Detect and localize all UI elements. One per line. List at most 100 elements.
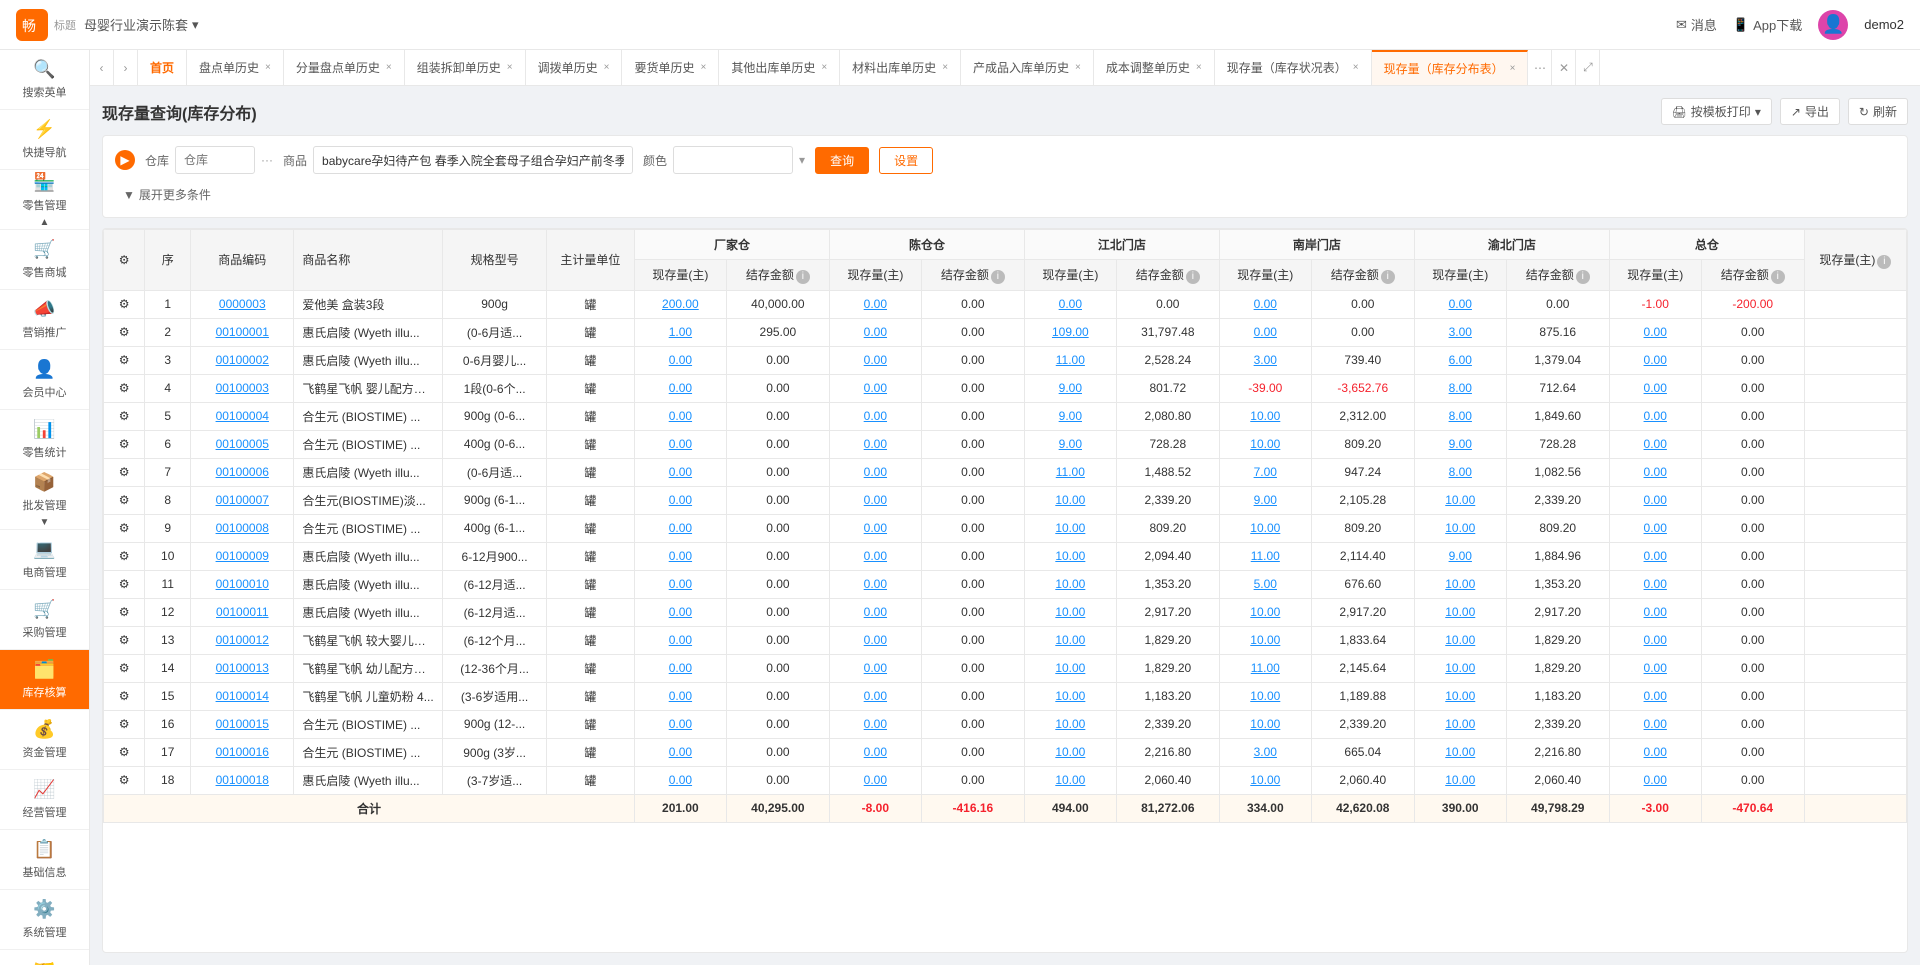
cell-fty-qty[interactable]: 0.00: [635, 654, 727, 682]
cell-total-qty[interactable]: 0.00: [1609, 486, 1701, 514]
cell-na-qty[interactable]: 10.00: [1219, 626, 1311, 654]
cell-jb-qty[interactable]: 10.00: [1024, 542, 1116, 570]
cell-fty-qty[interactable]: 0.00: [635, 486, 727, 514]
cell-total-qty[interactable]: 0.00: [1609, 318, 1701, 346]
cell-yb-qty[interactable]: 10.00: [1414, 766, 1506, 794]
tab-stock-status[interactable]: 现存量（库存状况表） ×: [1215, 50, 1372, 86]
cell-jb-qty[interactable]: 10.00: [1024, 514, 1116, 542]
cell-chen-qty[interactable]: 0.00: [829, 738, 921, 766]
cell-chen-qty[interactable]: 0.00: [829, 486, 921, 514]
cell-chen-qty[interactable]: 0.00: [829, 514, 921, 542]
tab-prev-btn[interactable]: ‹: [90, 50, 114, 86]
cell-yb-qty[interactable]: 10.00: [1414, 710, 1506, 738]
tab-next-btn[interactable]: ›: [114, 50, 138, 86]
tab-maximize-btn[interactable]: ⤢: [1576, 50, 1600, 86]
cell-chen-qty[interactable]: 0.00: [829, 346, 921, 374]
cell-chen-qty[interactable]: 0.00: [829, 766, 921, 794]
info-icon[interactable]: i: [1381, 270, 1395, 284]
refresh-btn[interactable]: ↻ 刷新: [1848, 98, 1908, 125]
query-btn[interactable]: 查询: [815, 147, 869, 174]
expand-filter-btn[interactable]: ▼ 展开更多条件: [115, 182, 1895, 207]
cell-gear[interactable]: ⚙: [104, 430, 145, 458]
cell-yb-qty[interactable]: 10.00: [1414, 486, 1506, 514]
cell-total-qty[interactable]: 0.00: [1609, 766, 1701, 794]
cell-yb-qty[interactable]: 8.00: [1414, 374, 1506, 402]
tab-material-out[interactable]: 材料出库单历史 ×: [840, 50, 961, 86]
tab-transfer[interactable]: 调拨单历史 ×: [526, 50, 623, 86]
tab-home[interactable]: 首页: [138, 50, 187, 86]
cell-gear[interactable]: ⚙: [104, 710, 145, 738]
cell-jb-qty[interactable]: 10.00: [1024, 626, 1116, 654]
cell-gear[interactable]: ⚙: [104, 374, 145, 402]
sidebar-item-operations[interactable]: 📈 经营管理: [0, 770, 89, 830]
gear-icon[interactable]: ⚙: [119, 253, 130, 267]
cell-jb-qty[interactable]: 10.00: [1024, 710, 1116, 738]
sidebar-item-inventory[interactable]: 🗂️ 库存核算: [0, 650, 89, 710]
cell-chen-qty[interactable]: 0.00: [829, 682, 921, 710]
cell-fty-qty[interactable]: 0.00: [635, 402, 727, 430]
cell-gear[interactable]: ⚙: [104, 542, 145, 570]
cell-yb-qty[interactable]: 9.00: [1414, 542, 1506, 570]
tab-close-icon[interactable]: ×: [1510, 63, 1516, 74]
tab-close-icon[interactable]: ×: [1075, 62, 1081, 73]
tab-close-icon[interactable]: ×: [1353, 62, 1359, 73]
cell-chen-qty[interactable]: 0.00: [829, 318, 921, 346]
info-icon[interactable]: i: [991, 270, 1005, 284]
cell-chen-qty[interactable]: 0.00: [829, 598, 921, 626]
cell-yb-qty[interactable]: 0.00: [1414, 290, 1506, 318]
print-btn[interactable]: 🖨 按模板打印 ▾: [1661, 98, 1772, 125]
cell-jb-qty[interactable]: 9.00: [1024, 374, 1116, 402]
cell-na-qty[interactable]: 5.00: [1219, 570, 1311, 598]
cell-jb-qty[interactable]: 10.00: [1024, 486, 1116, 514]
cell-total-qty[interactable]: 0.00: [1609, 430, 1701, 458]
goods-input[interactable]: [313, 146, 633, 174]
cell-chen-qty[interactable]: 0.00: [829, 542, 921, 570]
cell-gear[interactable]: ⚙: [104, 290, 145, 318]
cell-total-qty[interactable]: 0.00: [1609, 402, 1701, 430]
message-btn[interactable]: ✉ 消息: [1676, 15, 1717, 34]
tab-stock-dist[interactable]: 现存量（库存分布表） ×: [1372, 50, 1529, 86]
cell-total-qty[interactable]: 0.00: [1609, 626, 1701, 654]
cell-na-qty[interactable]: 11.00: [1219, 542, 1311, 570]
tab-cost-adjust[interactable]: 成本调整单历史 ×: [1094, 50, 1215, 86]
warehouse-input[interactable]: [175, 146, 255, 174]
tab-assembly[interactable]: 组装拆卸单历史 ×: [405, 50, 526, 86]
filter-toggle-btn[interactable]: ▶: [115, 150, 135, 170]
cell-yb-qty[interactable]: 9.00: [1414, 430, 1506, 458]
cell-yb-qty[interactable]: 6.00: [1414, 346, 1506, 374]
cell-na-qty[interactable]: 10.00: [1219, 430, 1311, 458]
cell-fty-qty[interactable]: 0.00: [635, 766, 727, 794]
info-icon[interactable]: i: [1576, 270, 1590, 284]
cell-na-qty[interactable]: 0.00: [1219, 290, 1311, 318]
sidebar-item-finance[interactable]: 💰 资金管理: [0, 710, 89, 770]
cell-total-qty[interactable]: 0.00: [1609, 458, 1701, 486]
cell-jb-qty[interactable]: 10.00: [1024, 570, 1116, 598]
sidebar-item-ecommerce[interactable]: 💻 电商管理: [0, 530, 89, 590]
cell-jb-qty[interactable]: 10.00: [1024, 598, 1116, 626]
sidebar-item-wholesale[interactable]: 📦 批发管理 ▼: [0, 470, 89, 530]
sidebar-item-system[interactable]: ⚙️ 系统管理: [0, 890, 89, 950]
settings-btn[interactable]: 设置: [879, 147, 933, 174]
cell-yb-qty[interactable]: 10.00: [1414, 570, 1506, 598]
cell-jb-qty[interactable]: 11.00: [1024, 346, 1116, 374]
cell-fty-qty[interactable]: 0.00: [635, 514, 727, 542]
cell-fty-qty[interactable]: 0.00: [635, 374, 727, 402]
cell-gear[interactable]: ⚙: [104, 514, 145, 542]
cell-na-qty[interactable]: 10.00: [1219, 514, 1311, 542]
cell-chen-qty[interactable]: 0.00: [829, 710, 921, 738]
cell-na-qty[interactable]: 11.00: [1219, 654, 1311, 682]
cell-total-qty[interactable]: 0.00: [1609, 346, 1701, 374]
cell-fty-qty[interactable]: 0.00: [635, 458, 727, 486]
cell-yb-qty[interactable]: 10.00: [1414, 598, 1506, 626]
cell-gear[interactable]: ⚙: [104, 766, 145, 794]
info-icon[interactable]: i: [1186, 270, 1200, 284]
cell-na-qty[interactable]: 3.00: [1219, 738, 1311, 766]
cell-na-qty[interactable]: 7.00: [1219, 458, 1311, 486]
cell-total-qty[interactable]: -1.00: [1609, 290, 1701, 318]
cell-jb-qty[interactable]: 11.00: [1024, 458, 1116, 486]
tab-product-in[interactable]: 产成品入库单历史 ×: [961, 50, 1094, 86]
cell-gear[interactable]: ⚙: [104, 738, 145, 766]
tab-sub-inventory[interactable]: 分量盘点单历史 ×: [284, 50, 405, 86]
cell-fty-qty[interactable]: 0.00: [635, 682, 727, 710]
cell-jb-qty[interactable]: 10.00: [1024, 738, 1116, 766]
